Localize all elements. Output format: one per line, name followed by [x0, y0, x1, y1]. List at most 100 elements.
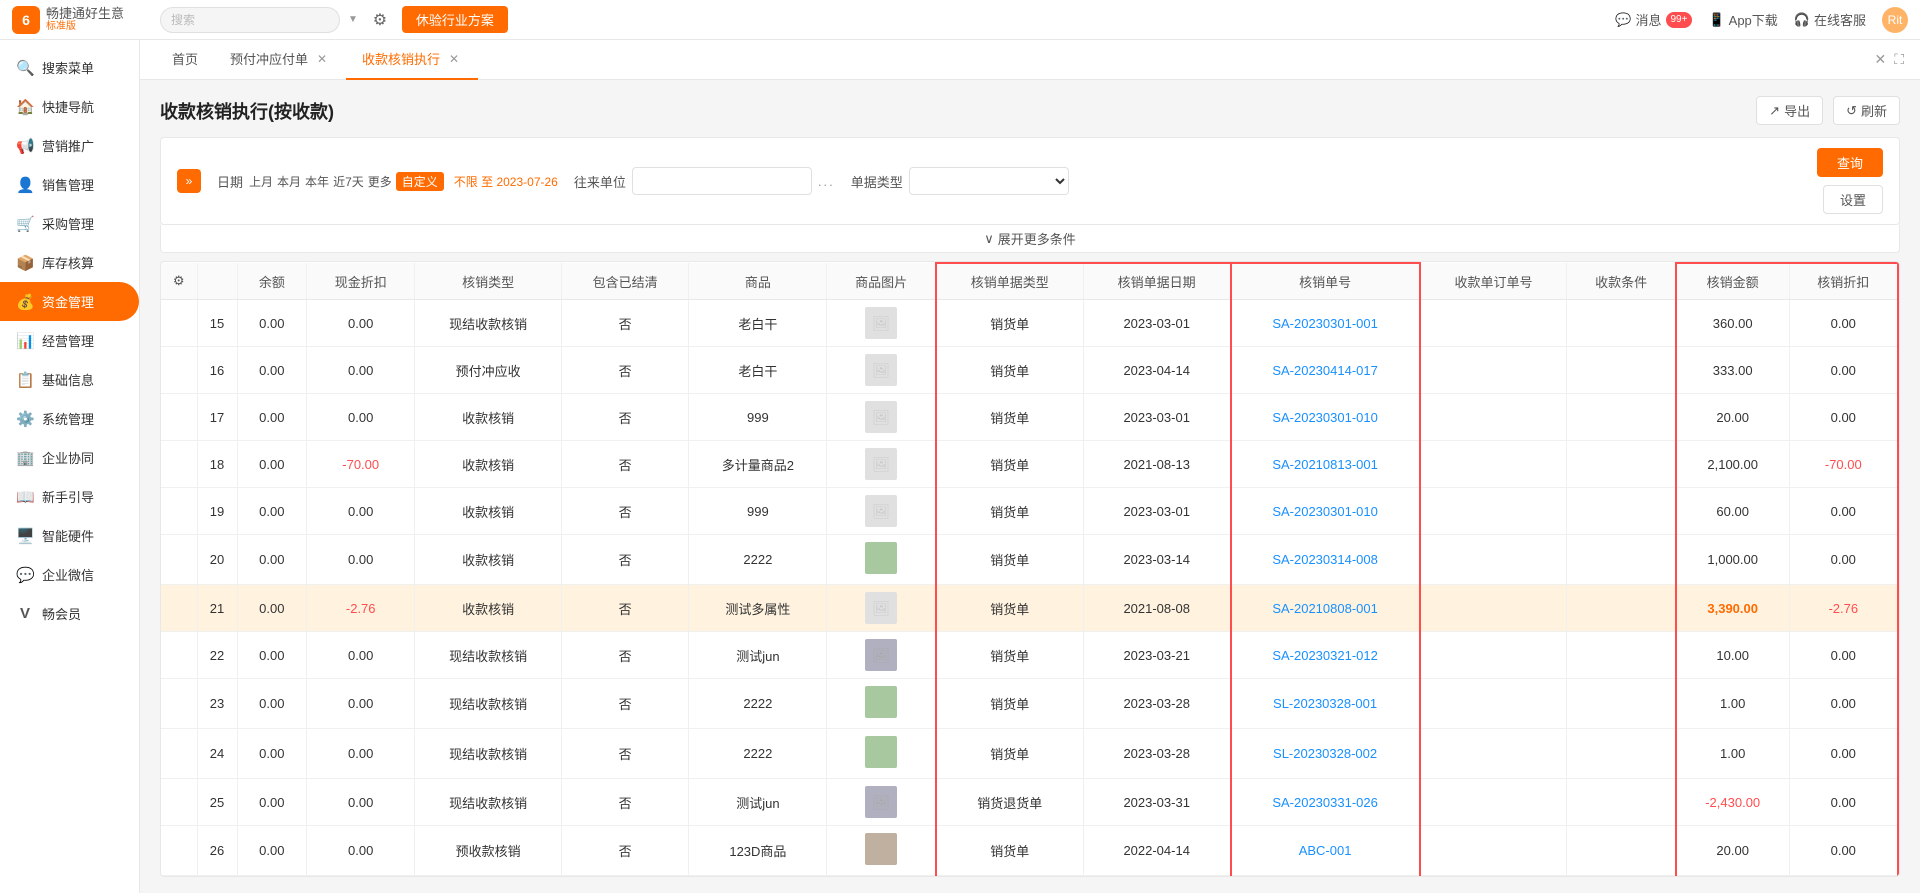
col-product[interactable]: 商品: [689, 263, 827, 300]
bill-no-link[interactable]: ABC-001: [1299, 843, 1352, 858]
last-month-btn[interactable]: 上月: [249, 173, 273, 190]
tab-collection[interactable]: 收款核销执行 ✕: [346, 40, 478, 80]
cell-include-settled: 否: [561, 585, 688, 632]
sidebar-item-member[interactable]: V 畅会员: [0, 594, 139, 633]
product-image: [865, 542, 897, 574]
close-window-icon[interactable]: ✕: [1874, 51, 1886, 68]
sidebar-item-business[interactable]: 📊 经营管理: [0, 321, 139, 360]
bill-no-link[interactable]: SA-20230321-012: [1272, 648, 1378, 663]
message-btn[interactable]: 💬 消息 99+: [1615, 10, 1692, 29]
col-cash-discount[interactable]: 现金折扣: [307, 263, 415, 300]
more-btn[interactable]: 更多: [368, 173, 392, 190]
query-btn[interactable]: 查询: [1817, 148, 1883, 177]
col-cancel-bill-type[interactable]: 核销单据类型: [936, 263, 1083, 300]
col-settings[interactable]: ⚙: [161, 263, 197, 300]
col-receipt-condition[interactable]: 收款条件: [1567, 263, 1676, 300]
sidebar-item-wechat[interactable]: 💬 企业微信: [0, 555, 139, 594]
cell-cancel-amount: 20.00: [1676, 826, 1789, 876]
cell-receipt-condition: [1567, 441, 1676, 488]
sidebar-item-inventory[interactable]: 📦 库存核算: [0, 243, 139, 282]
tab-prepay[interactable]: 预付冲应付单 ✕: [214, 40, 346, 80]
col-balance[interactable]: 余额: [237, 263, 307, 300]
tab-home[interactable]: 首页: [156, 40, 214, 80]
sidebar-item-search[interactable]: 🔍 搜索菜单: [0, 48, 139, 87]
page-content: 收款核销执行(按收款) ↗ 导出 ↺ 刷新 » 日期: [140, 80, 1920, 893]
col-cancel-bill-no[interactable]: 核销单号: [1231, 263, 1420, 300]
tab-collection-close[interactable]: ✕: [446, 51, 462, 67]
col-include-settled[interactable]: 包含已结清: [561, 263, 688, 300]
cell-product: 999: [689, 488, 827, 535]
cell-include-settled: 否: [561, 779, 688, 826]
sidebar-label-guide: 新手引导: [42, 487, 94, 506]
cell-cancel-type: 收款核销: [415, 488, 562, 535]
table-row: 210.00-2.76收款核销否测试多属性🖼销货单2021-08-08SA-20…: [161, 585, 1898, 632]
last7-btn[interactable]: 近7天: [333, 173, 364, 190]
sidebar-item-purchase[interactable]: 🛒 采购管理: [0, 204, 139, 243]
cell-seq: 18: [197, 441, 237, 488]
bill-no-link[interactable]: SL-20230328-002: [1273, 746, 1377, 761]
cell-cancel-bill-no: SL-20230408-001: [1231, 876, 1420, 878]
cell-receipt-order-no: [1420, 441, 1567, 488]
cell-cash-discount: 0.00: [307, 729, 415, 779]
tab-prepay-close[interactable]: ✕: [314, 51, 330, 67]
cell-include-settled: 否: [561, 729, 688, 779]
sidebar-item-quicknav[interactable]: 🏠 快捷导航: [0, 87, 139, 126]
col-cancel-discount[interactable]: 核销折扣: [1789, 263, 1898, 300]
sidebar-item-guide[interactable]: 📖 新手引导: [0, 477, 139, 516]
filter-collapse-btn[interactable]: »: [177, 169, 201, 193]
bill-no-link[interactable]: SA-20230301-001: [1272, 316, 1378, 331]
bill-no-link[interactable]: SA-20230314-008: [1272, 552, 1378, 567]
col-product-img[interactable]: 商品图片: [827, 263, 936, 300]
maximize-icon[interactable]: ⛶: [1894, 51, 1904, 68]
user-avatar[interactable]: Rit: [1882, 7, 1908, 33]
col-cancel-type[interactable]: 核销类型: [415, 263, 562, 300]
cell-cancel-discount: 0.00: [1789, 729, 1898, 779]
bill-type-select[interactable]: [909, 167, 1069, 195]
sidebar-item-enterprise[interactable]: 🏢 企业协同: [0, 438, 139, 477]
partner-input[interactable]: [632, 167, 812, 195]
sidebar-item-hardware[interactable]: 🖥️ 智能硬件: [0, 516, 139, 555]
sidebar-item-sales[interactable]: 👤 销售管理: [0, 165, 139, 204]
search-bar[interactable]: 搜索: [160, 7, 340, 33]
bill-no-link[interactable]: SA-20210808-001: [1272, 601, 1378, 616]
gear-icon[interactable]: ⚙: [366, 6, 394, 34]
bill-no-link[interactable]: SA-20230414-017: [1272, 363, 1378, 378]
cell-cancel-type: 现结收款核销: [415, 779, 562, 826]
bill-no-link[interactable]: SA-20230301-010: [1272, 410, 1378, 425]
cell-product-img: 🖼: [827, 300, 936, 347]
expand-more-btn[interactable]: ∨ 展开更多条件: [161, 225, 1899, 252]
this-year-btn[interactable]: 本年: [305, 173, 329, 190]
cell-cancel-discount: 0.00: [1789, 779, 1898, 826]
cell-cancel-bill-type: 销货单: [936, 347, 1083, 394]
cell-product-img: 🖼: [827, 632, 936, 679]
cell-cancel-bill-date: 2023-03-31: [1083, 779, 1230, 826]
export-btn[interactable]: ↗ 导出: [1756, 96, 1823, 125]
refresh-label: 刷新: [1861, 101, 1887, 120]
cell-product: 测试jun: [689, 779, 827, 826]
bill-no-link[interactable]: SA-20230331-026: [1272, 795, 1378, 810]
app-download-btn[interactable]: 📱 App下载: [1708, 10, 1777, 29]
setting-btn[interactable]: 设置: [1823, 185, 1883, 214]
sidebar-item-base[interactable]: 📋 基础信息: [0, 360, 139, 399]
this-month-btn[interactable]: 本月: [277, 173, 301, 190]
refresh-btn[interactable]: ↺ 刷新: [1833, 96, 1900, 125]
cell-product-img: [827, 535, 936, 585]
online-service-btn[interactable]: 🎧 在线客服: [1794, 10, 1866, 29]
sidebar-item-finance[interactable]: 💰 资金管理: [0, 282, 139, 321]
col-cancel-amount[interactable]: 核销金额: [1676, 263, 1789, 300]
bill-no-link[interactable]: SL-20230328-001: [1273, 696, 1377, 711]
sidebar-item-system[interactable]: ⚙️ 系统管理: [0, 399, 139, 438]
page-header: 收款核销执行(按收款) ↗ 导出 ↺ 刷新: [160, 96, 1900, 125]
cell-include-settled: 否: [561, 826, 688, 876]
dropdown-arrow-icon[interactable]: ▼: [348, 14, 358, 25]
col-cancel-bill-date[interactable]: 核销单据日期: [1083, 263, 1230, 300]
sidebar-item-marketing[interactable]: 📢 营销推广: [0, 126, 139, 165]
bill-no-link[interactable]: SA-20210813-001: [1272, 457, 1378, 472]
top-bar-right: 💬 消息 99+ 📱 App下载 🎧 在线客服 Rit: [1615, 7, 1908, 33]
col-receipt-order-no[interactable]: 收款单订单号: [1420, 263, 1567, 300]
cell-cancel-bill-type: 销货单: [936, 632, 1083, 679]
industry-btn[interactable]: 休验行业方案: [402, 6, 508, 33]
custom-date-btn[interactable]: 自定义: [396, 172, 444, 191]
member-icon: V: [16, 605, 34, 622]
bill-no-link[interactable]: SA-20230301-010: [1272, 504, 1378, 519]
